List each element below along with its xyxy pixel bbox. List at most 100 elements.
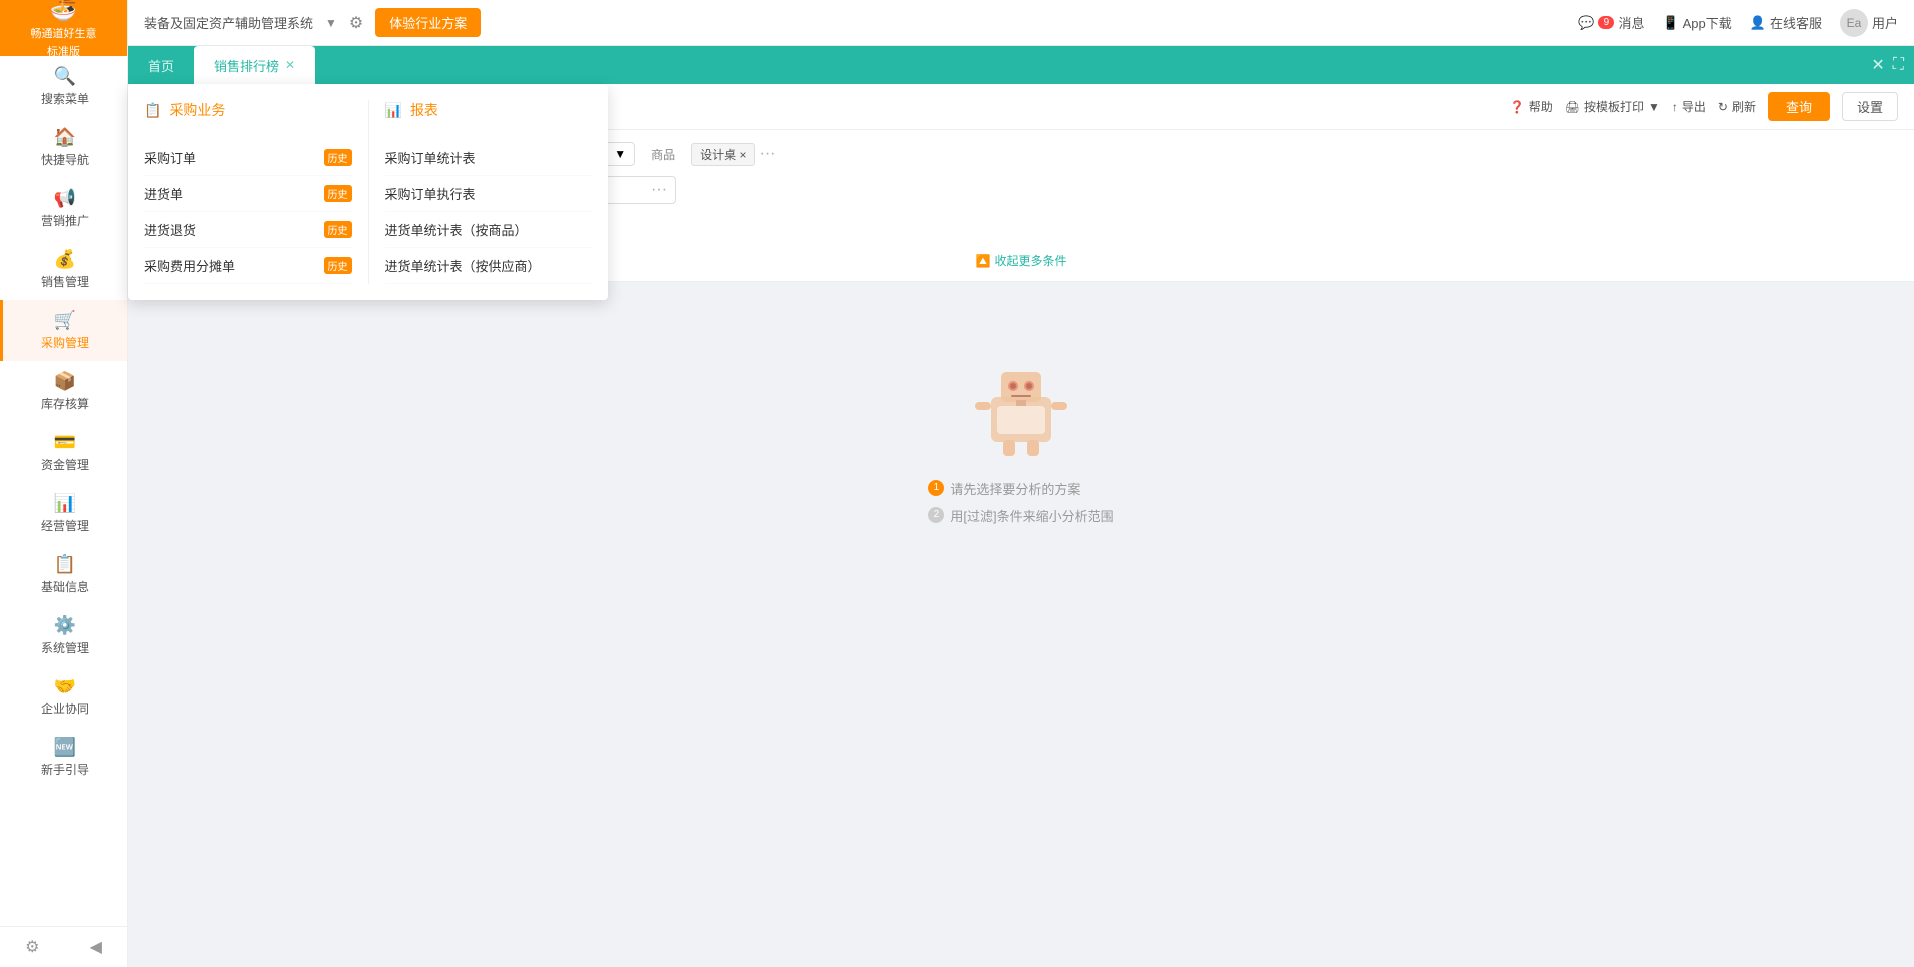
dropdown-item-purchase-order-exec[interactable]: 采购订单执行表 bbox=[385, 176, 593, 212]
refresh-label: 刷新 bbox=[1732, 98, 1756, 115]
sidebar-label-basic-info: 基础信息 bbox=[41, 578, 89, 595]
guide-icon: 🆕 bbox=[54, 737, 76, 758]
purchase-header-icon: 📋 bbox=[144, 102, 161, 119]
sidebar-item-marketing[interactable]: 📢 营销推广 bbox=[0, 178, 127, 239]
dropdown-item-purchase-order[interactable]: 采购订单 历史 bbox=[144, 140, 352, 176]
tabbar: 首页 销售排行榜 ✕ ✕ ⛶ bbox=[128, 46, 1914, 84]
tab-home[interactable]: 首页 bbox=[128, 46, 194, 84]
sidebar-label-quick-nav: 快捷导航 bbox=[41, 151, 89, 168]
purchase-order-exec-label: 采购订单执行表 bbox=[385, 184, 476, 203]
goods-in-label: 进货单 bbox=[144, 184, 183, 203]
dropdown-item-goods-return[interactable]: 进货退货 历史 bbox=[144, 212, 352, 248]
settings-btn[interactable]: 设置 bbox=[1842, 92, 1898, 121]
system-name: 装备及固定资产辅助管理系统 bbox=[144, 13, 313, 32]
collapse-sidebar-icon[interactable]: ◀ bbox=[90, 937, 102, 957]
dropdown-col-purchase: 📋 采购业务 采购订单 历史 进货单 历史 进货退货 历史 采购费用分摊单 历史 bbox=[128, 100, 369, 284]
goods-tag[interactable]: 设计桌 × bbox=[691, 143, 755, 166]
hint-2-num: 2 bbox=[928, 507, 944, 523]
tab-sales-rank[interactable]: 销售排行榜 ✕ bbox=[194, 46, 315, 84]
dropdown-report-header: 📊 报表 bbox=[385, 100, 593, 128]
sidebar-item-system[interactable]: ⚙️ 系统管理 bbox=[0, 605, 127, 666]
purchase-icon: 🛒 bbox=[54, 310, 76, 331]
avatar-text: Ea bbox=[1847, 16, 1862, 30]
message-badge: 9 bbox=[1598, 16, 1614, 29]
report-header-icon: 📊 bbox=[385, 102, 402, 119]
goods-label: 商品 bbox=[651, 146, 675, 163]
report-header-title: 报表 bbox=[410, 100, 438, 120]
refresh-icon: ↻ bbox=[1718, 100, 1728, 114]
goods-in-stat-goods-label: 进货单统计表（按商品） bbox=[385, 220, 528, 239]
sidebar-item-operations[interactable]: 📊 经营管理 bbox=[0, 483, 127, 544]
tab-close-icon[interactable]: ✕ bbox=[285, 58, 295, 72]
user-label: 用户 bbox=[1872, 13, 1898, 32]
print-icon: 🖨 bbox=[1565, 100, 1580, 114]
sidebar-item-search[interactable]: 🔍 搜索菜单 bbox=[0, 56, 127, 117]
app-download-item[interactable]: 📱 App下载 bbox=[1662, 13, 1731, 32]
sidebar: 🍜 畅通道好生意 标准版 🔍 搜索菜单 🏠 快捷导航 📢 营销推广 💰 销售管理… bbox=[0, 0, 128, 967]
sidebar-label-finance: 资金管理 bbox=[41, 456, 89, 473]
sidebar-item-basic-info[interactable]: 📋 基础信息 bbox=[0, 544, 127, 605]
sales-icon: 💰 bbox=[54, 249, 76, 270]
collapse-icon: 🔼 bbox=[976, 254, 991, 268]
empty-illustration bbox=[961, 362, 1081, 462]
system-dropdown-icon[interactable]: ▼ bbox=[325, 16, 337, 30]
sidebar-label-search: 搜索菜单 bbox=[41, 90, 89, 107]
tabbar-close-icon[interactable]: ✕ bbox=[1871, 55, 1884, 75]
phone-icon: 📱 bbox=[1662, 15, 1678, 31]
refresh-btn[interactable]: ↻ 刷新 bbox=[1718, 98, 1756, 115]
tabbar-expand-icon[interactable]: ⛶ bbox=[1893, 56, 1904, 74]
goods-in-history: 历史 bbox=[324, 185, 352, 202]
dropdown-item-goods-in[interactable]: 进货单 历史 bbox=[144, 176, 352, 212]
query-btn[interactable]: 查询 bbox=[1768, 92, 1830, 121]
service-label: 在线客服 bbox=[1770, 13, 1822, 32]
sidebar-item-purchase[interactable]: 🛒 采购管理 bbox=[0, 300, 127, 361]
salesperson-more[interactable]: ··· bbox=[651, 181, 667, 199]
sidebar-label-sales: 销售管理 bbox=[41, 273, 89, 290]
print-label: 按模板打印 bbox=[1584, 98, 1644, 115]
empty-state: 1 请先选择要分析的方案 2 用[过滤]条件来缩小分析范围 bbox=[128, 282, 1914, 609]
dropdown-item-purchase-expense[interactable]: 采购费用分摊单 历史 bbox=[144, 248, 352, 284]
sidebar-item-guide[interactable]: 🆕 新手引导 bbox=[0, 727, 127, 788]
print-dropdown-icon[interactable]: ▼ bbox=[1648, 100, 1660, 114]
purchase-dropdown-menu: 📋 采购业务 采购订单 历史 进货单 历史 进货退货 历史 采购费用分摊单 历史 bbox=[128, 84, 608, 300]
export-btn[interactable]: ↑ 导出 bbox=[1672, 98, 1706, 115]
sidebar-label-enterprise: 企业协同 bbox=[41, 700, 89, 717]
header-settings-icon[interactable]: ⚙ bbox=[349, 13, 363, 33]
basic-info-icon: 📋 bbox=[54, 554, 76, 575]
tab-home-label: 首页 bbox=[148, 56, 174, 75]
search-icon: 🔍 bbox=[54, 66, 76, 87]
dropdown-item-goods-in-stat-supplier[interactable]: 进货单统计表（按供应商） bbox=[385, 248, 593, 284]
industry-btn[interactable]: 体验行业方案 bbox=[375, 8, 481, 37]
doc-status-dropdown: ▼ bbox=[614, 147, 626, 161]
hint-1-num: 1 bbox=[928, 480, 944, 496]
message-item[interactable]: 💬 9 消息 bbox=[1578, 13, 1644, 32]
hint-2: 2 用[过滤]条件来缩小分析范围 bbox=[928, 505, 1113, 528]
logo-text: 畅通道好生意 bbox=[31, 25, 97, 41]
help-btn[interactable]: ❓ 帮助 bbox=[1510, 98, 1553, 115]
user-item[interactable]: Ea 用户 bbox=[1840, 9, 1898, 37]
dropdown-item-goods-in-stat-goods[interactable]: 进货单统计表（按商品） bbox=[385, 212, 593, 248]
service-item[interactable]: 👤 在线客服 bbox=[1750, 13, 1822, 32]
sidebar-item-sales[interactable]: 💰 销售管理 bbox=[0, 239, 127, 300]
settings-bottom-icon[interactable]: ⚙ bbox=[25, 937, 39, 957]
sidebar-item-finance[interactable]: 💳 资金管理 bbox=[0, 422, 127, 483]
logo-icon: 🍜 bbox=[50, 0, 77, 23]
goods-tag-text: 设计桌 × bbox=[700, 146, 746, 163]
print-btn[interactable]: 🖨 按模板打印 ▼ bbox=[1565, 98, 1660, 115]
dropdown-item-purchase-order-stat[interactable]: 采购订单统计表 bbox=[385, 140, 593, 176]
help-icon: ❓ bbox=[1510, 100, 1525, 114]
export-icon: ↑ bbox=[1672, 100, 1678, 114]
purchase-expense-label: 采购费用分摊单 bbox=[144, 256, 235, 275]
inventory-icon: 📦 bbox=[54, 371, 76, 392]
header-right: 💬 9 消息 📱 App下载 👤 在线客服 Ea 用户 bbox=[1578, 9, 1898, 37]
dropdown-col-report: 📊 报表 采购订单统计表 采购订单执行表 进货单统计表（按商品） 进货单统计表（… bbox=[369, 100, 609, 284]
collapse-filter-btn[interactable]: 🔼 收起更多条件 bbox=[976, 252, 1067, 269]
goods-return-label: 进货退货 bbox=[144, 220, 196, 239]
purchase-header-title: 采购业务 bbox=[169, 100, 225, 120]
sidebar-item-enterprise[interactable]: 🤝 企业协同 bbox=[0, 666, 127, 727]
sidebar-item-inventory[interactable]: 📦 库存核算 bbox=[0, 361, 127, 422]
sidebar-item-quick-nav[interactable]: 🏠 快捷导航 bbox=[0, 117, 127, 178]
sidebar-label-inventory: 库存核算 bbox=[41, 395, 89, 412]
goods-more[interactable]: ··· bbox=[759, 145, 775, 163]
sidebar-label-purchase: 采购管理 bbox=[41, 334, 89, 351]
